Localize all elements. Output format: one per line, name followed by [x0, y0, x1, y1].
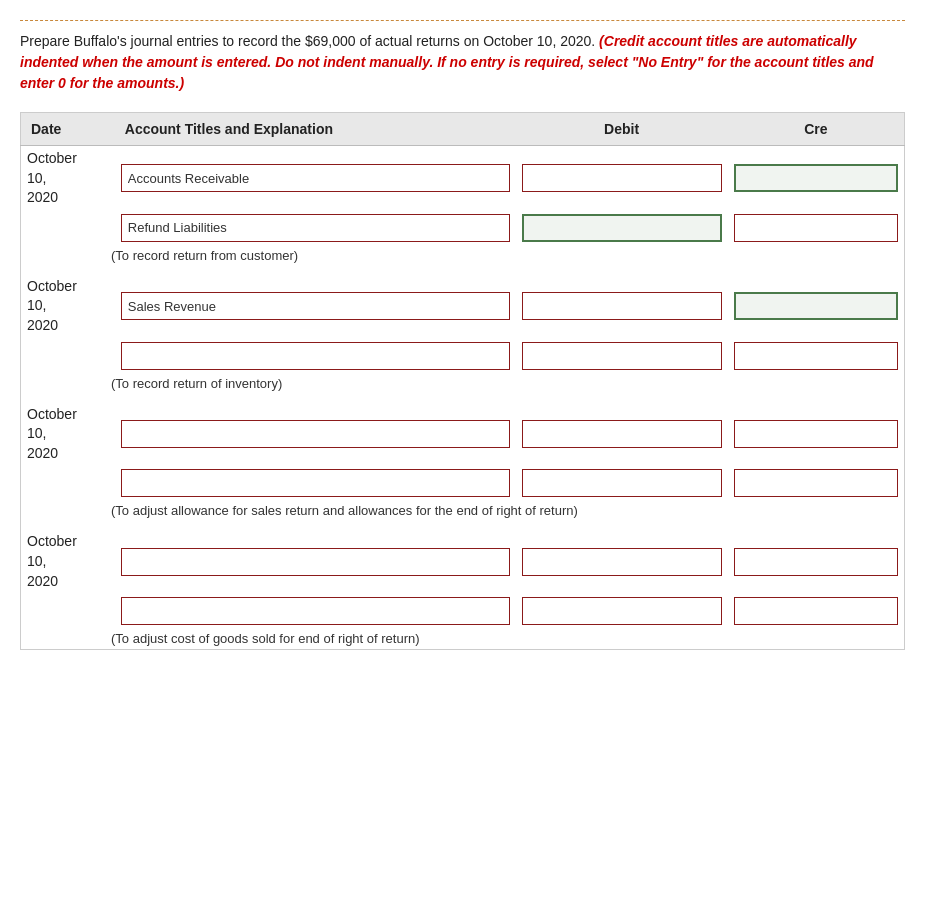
- debit-cell-1-0: [516, 274, 728, 339]
- note-row-2: (To adjust allowance for sales return an…: [21, 500, 905, 521]
- header-account: Account Titles and Explanation: [115, 113, 516, 146]
- credit-input-0-0[interactable]: [734, 164, 898, 192]
- note-text-1: (To record return of inventory): [21, 373, 905, 394]
- debit-cell-2-0: [516, 402, 728, 467]
- note-row-0: (To record return from customer): [21, 245, 905, 266]
- date-cell-3: October10,2020: [21, 529, 115, 594]
- date-cell-3: [21, 594, 115, 628]
- debit-cell-1-1: [516, 339, 728, 373]
- account-cell-0-0: [115, 146, 516, 211]
- account-input-1-0[interactable]: [121, 292, 510, 320]
- account-input-2-0[interactable]: [121, 420, 510, 448]
- note-text-0: (To record return from customer): [21, 245, 905, 266]
- credit-cell-2-1: [728, 466, 905, 500]
- table-row: October10,2020: [21, 402, 905, 467]
- date-cell-2: October10,2020: [21, 402, 115, 467]
- credit-input-0-1[interactable]: [734, 214, 898, 242]
- debit-input-2-0[interactable]: [522, 420, 722, 448]
- debit-input-0-0[interactable]: [522, 164, 722, 192]
- note-row-1: (To record return of inventory): [21, 373, 905, 394]
- table-row: October10,2020: [21, 529, 905, 594]
- debit-input-0-1[interactable]: [522, 214, 722, 242]
- spacer-row: [21, 266, 905, 274]
- table-row: [21, 594, 905, 628]
- credit-cell-1-0: [728, 274, 905, 339]
- account-input-0-1[interactable]: [121, 214, 510, 242]
- account-cell-1-1: [115, 339, 516, 373]
- journal-table: Date Account Titles and Explanation Debi…: [20, 112, 905, 650]
- credit-input-1-0[interactable]: [734, 292, 898, 320]
- account-input-3-0[interactable]: [121, 548, 510, 576]
- note-row-3: (To adjust cost of goods sold for end of…: [21, 628, 905, 650]
- account-input-2-1[interactable]: [121, 469, 510, 497]
- debit-cell-3-1: [516, 594, 728, 628]
- account-cell-2-1: [115, 466, 516, 500]
- account-cell-1-0: [115, 274, 516, 339]
- account-cell-3-0: [115, 529, 516, 594]
- spacer-row: [21, 521, 905, 529]
- credit-cell-0-0: [728, 146, 905, 211]
- table-header-row: Date Account Titles and Explanation Debi…: [21, 113, 905, 146]
- credit-input-2-0[interactable]: [734, 420, 898, 448]
- credit-cell-3-0: [728, 529, 905, 594]
- debit-input-1-0[interactable]: [522, 292, 722, 320]
- credit-input-1-1[interactable]: [734, 342, 898, 370]
- credit-input-2-1[interactable]: [734, 469, 898, 497]
- table-row: [21, 211, 905, 245]
- date-cell-0: [21, 211, 115, 245]
- spacer-row: [21, 394, 905, 402]
- account-input-1-1[interactable]: [121, 342, 510, 370]
- debit-input-3-0[interactable]: [522, 548, 722, 576]
- date-cell-2: [21, 466, 115, 500]
- credit-input-3-0[interactable]: [734, 548, 898, 576]
- note-text-2: (To adjust allowance for sales return an…: [21, 500, 905, 521]
- debit-input-2-1[interactable]: [522, 469, 722, 497]
- credit-cell-3-1: [728, 594, 905, 628]
- table-row: [21, 466, 905, 500]
- debit-cell-3-0: [516, 529, 728, 594]
- credit-input-3-1[interactable]: [734, 597, 898, 625]
- account-cell-3-1: [115, 594, 516, 628]
- debit-cell-0-0: [516, 146, 728, 211]
- account-input-3-1[interactable]: [121, 597, 510, 625]
- debit-cell-2-1: [516, 466, 728, 500]
- debit-input-3-1[interactable]: [522, 597, 722, 625]
- header-debit: Debit: [516, 113, 728, 146]
- table-row: [21, 339, 905, 373]
- header-credit: Cre: [728, 113, 905, 146]
- date-cell-1: [21, 339, 115, 373]
- credit-cell-0-1: [728, 211, 905, 245]
- date-cell-1: October10,2020: [21, 274, 115, 339]
- credit-cell-2-0: [728, 402, 905, 467]
- header-date: Date: [21, 113, 115, 146]
- debit-input-1-1[interactable]: [522, 342, 722, 370]
- instructions-block: Prepare Buffalo's journal entries to rec…: [20, 31, 905, 94]
- account-input-0-0[interactable]: [121, 164, 510, 192]
- date-cell-0: October10,2020: [21, 146, 115, 211]
- instructions-main: Prepare Buffalo's journal entries to rec…: [20, 33, 595, 49]
- account-cell-2-0: [115, 402, 516, 467]
- debit-cell-0-1: [516, 211, 728, 245]
- table-row: October10,2020: [21, 146, 905, 211]
- credit-cell-1-1: [728, 339, 905, 373]
- account-cell-0-1: [115, 211, 516, 245]
- table-row: October10,2020: [21, 274, 905, 339]
- note-text-3: (To adjust cost of goods sold for end of…: [21, 628, 905, 650]
